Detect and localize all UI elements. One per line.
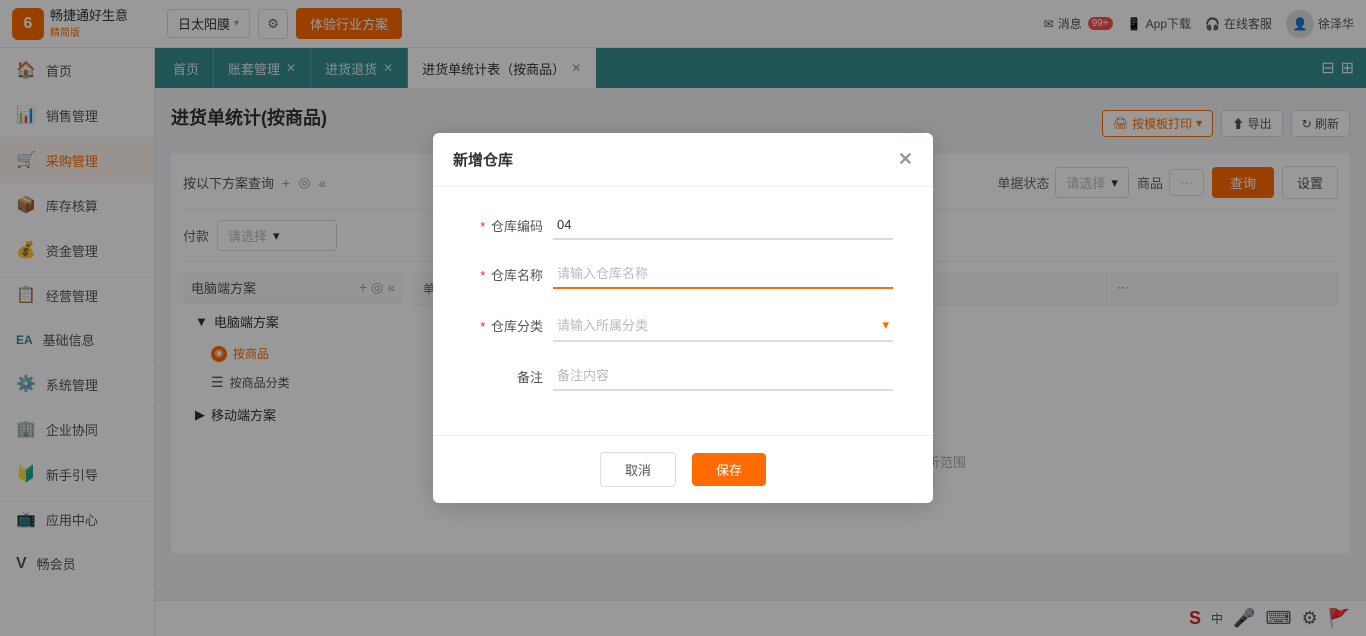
dialog-title: 新增仓库 xyxy=(453,149,513,170)
dialog-body: * 仓库编码 * 仓库名称 * 仓库分类 请输入所属 xyxy=(433,187,933,435)
dialog-close-icon[interactable]: ✕ xyxy=(898,149,913,170)
category-arrow-icon: ▾ xyxy=(882,317,889,333)
code-required-mark: * xyxy=(480,219,485,234)
note-input[interactable] xyxy=(553,362,893,391)
save-button[interactable]: 保存 xyxy=(692,453,766,486)
cancel-button[interactable]: 取消 xyxy=(600,452,676,487)
category-select[interactable]: 请输入所属分类 ▾ xyxy=(553,309,893,342)
form-row-note: 备注 xyxy=(473,362,893,391)
form-row-code: * 仓库编码 xyxy=(473,211,893,240)
category-required-mark: * xyxy=(480,319,485,334)
new-warehouse-dialog: 新增仓库 ✕ * 仓库编码 * 仓库名称 xyxy=(433,133,933,503)
name-label: * 仓库名称 xyxy=(473,265,553,284)
name-required-mark: * xyxy=(480,268,485,283)
category-label: * 仓库分类 xyxy=(473,316,553,335)
modal-overlay: 新增仓库 ✕ * 仓库编码 * 仓库名称 xyxy=(0,0,1366,636)
name-input[interactable] xyxy=(553,260,893,289)
form-row-name: * 仓库名称 xyxy=(473,260,893,289)
code-input[interactable] xyxy=(553,211,893,240)
category-placeholder: 请输入所属分类 xyxy=(557,315,648,334)
dialog-footer: 取消 保存 xyxy=(433,435,933,503)
dialog-header: 新增仓库 ✕ xyxy=(433,133,933,187)
form-row-category: * 仓库分类 请输入所属分类 ▾ xyxy=(473,309,893,342)
code-label: * 仓库编码 xyxy=(473,216,553,235)
note-label: 备注 xyxy=(473,367,553,386)
